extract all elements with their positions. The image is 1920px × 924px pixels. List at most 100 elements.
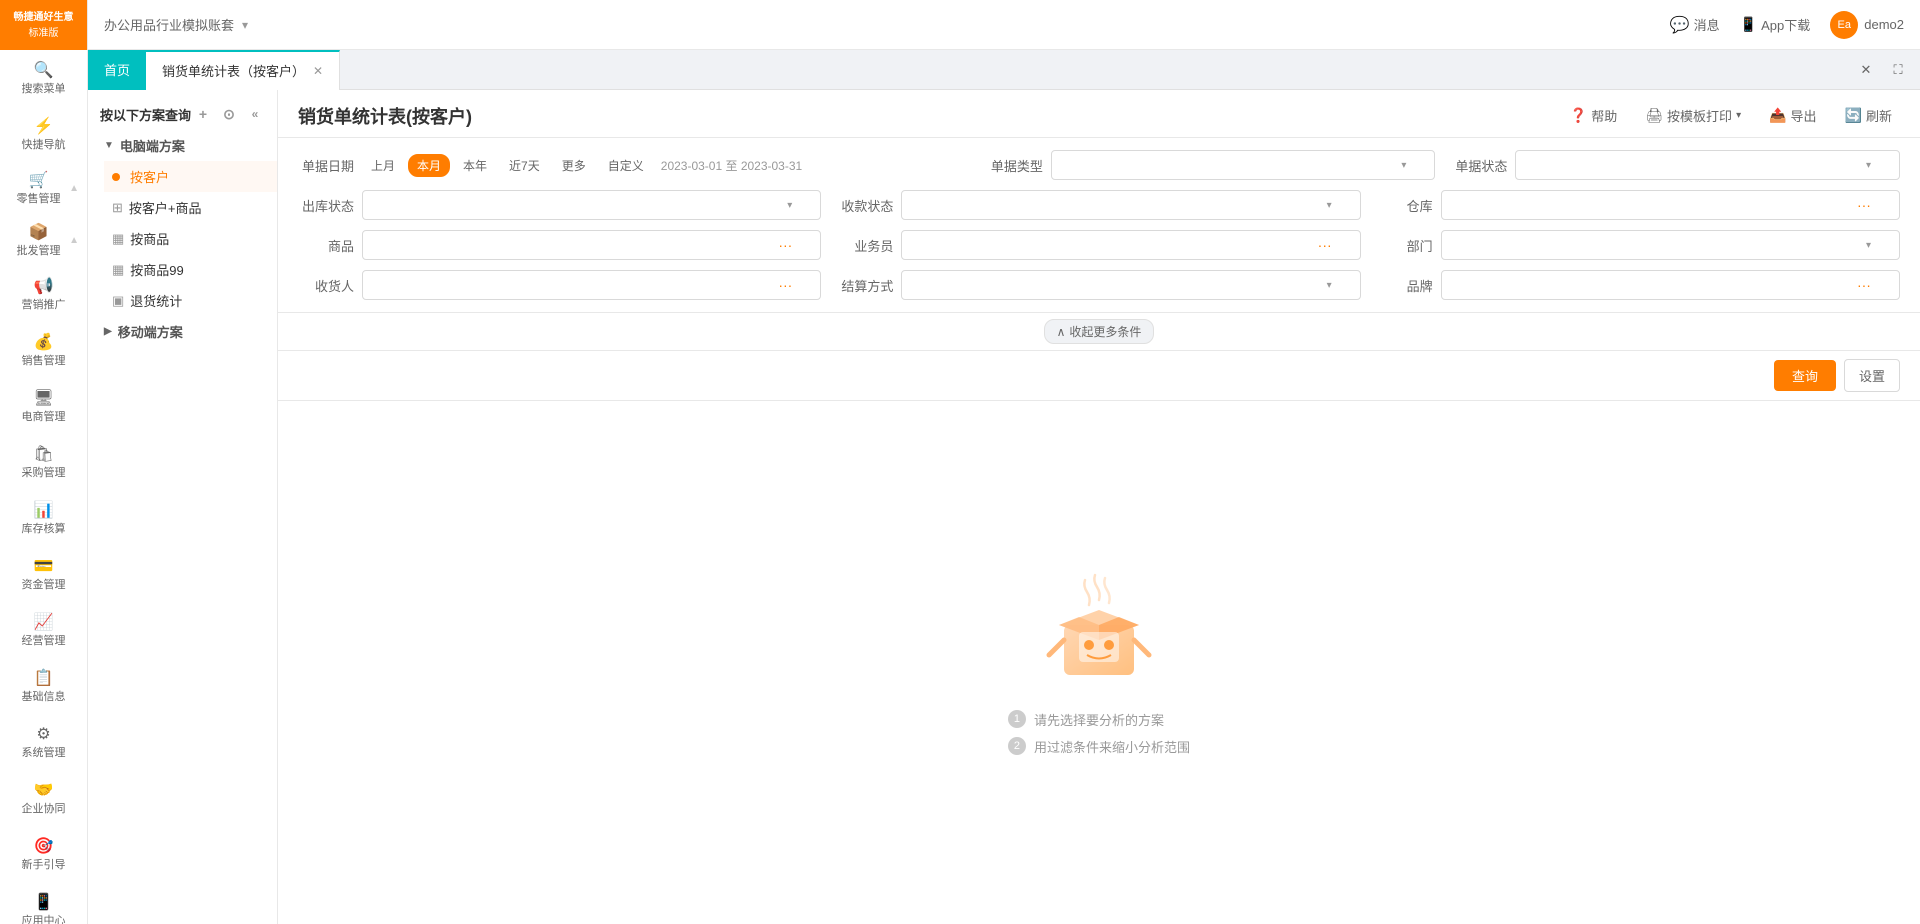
industry-title: 办公用品行业模拟账套 (104, 15, 234, 34)
sidebar-item-purchase[interactable]: 🛍 采购管理 (0, 434, 87, 490)
tree-item-by-goods[interactable]: ▦ 按商品 (104, 223, 277, 254)
industry-dropdown[interactable]: ▾ (242, 18, 248, 32)
help-icon: ❓ (1570, 107, 1587, 124)
sidebar-item-app-center[interactable]: 📱 应用中心 (0, 882, 87, 924)
app-logo[interactable]: 畅捷通好生意 标准版 (0, 0, 87, 50)
inventory-icon: 📊 (34, 500, 54, 520)
tree-item-label: 按商品 (130, 229, 169, 248)
warehouse-select[interactable]: ··· (1441, 190, 1900, 220)
tree-group-pc[interactable]: ▼ 电脑端方案 (88, 130, 277, 161)
bill-status-cell: 单据状态 ▾ (1451, 150, 1900, 180)
sidebar-item-label: 采购管理 (22, 464, 66, 480)
tree-item-return-stats[interactable]: ▣ 退货统计 (104, 285, 277, 316)
date-btn-this-year[interactable]: 本年 (454, 154, 496, 177)
page-header: 销货单统计表(按客户) ❓ 帮助 🖨 按模板打印 📤 导出 (278, 90, 1920, 138)
marketing-icon: 📢 (34, 276, 54, 296)
tabbar: 首页 销货单统计表（按客户） ✕ ✕ ⛶ (88, 50, 1920, 90)
settings-icon: ⊙ (223, 106, 235, 123)
bill-status-select[interactable]: ▾ (1515, 150, 1900, 180)
tab-home[interactable]: 首页 (88, 50, 146, 90)
bill-status-arrow: ▾ (1866, 160, 1871, 171)
quick-nav-icon: ⚡ (34, 116, 54, 136)
salesperson-select[interactable]: ··· (901, 230, 1360, 260)
sidebar-item-newbie[interactable]: 🎯 新手引导 (0, 826, 87, 882)
sidebar-item-search[interactable]: 🔍 搜索菜单 (0, 50, 87, 106)
sidebar-item-enterprise[interactable]: 🤝 企业协同 (0, 770, 87, 826)
avatar: Ea (1830, 11, 1858, 39)
goods-select[interactable]: ··· (362, 230, 821, 260)
user-name: demo2 (1864, 17, 1904, 32)
sidebar-item-retail[interactable]: 🛒 零售管理 ▲ (0, 162, 87, 214)
tab-sales-stats[interactable]: 销货单统计表（按客户） ✕ (146, 50, 340, 90)
settlement-label: 结算方式 (837, 276, 893, 295)
sidebar-item-basic[interactable]: 📋 基础信息 (0, 658, 87, 714)
sidebar-item-label: 库存核算 (22, 520, 66, 536)
app-download-btn[interactable]: 📱 App下载 (1740, 15, 1811, 34)
add-scheme-btn[interactable]: + (193, 104, 213, 124)
tab-close-all-btn[interactable]: ✕ (1852, 56, 1880, 84)
bill-type-select[interactable]: ▾ (1051, 150, 1436, 180)
date-btn-more[interactable]: 更多 (553, 154, 595, 177)
sidebar-item-sales[interactable]: 💰 销售管理 (0, 322, 87, 378)
receiver-cell: 收货人 ··· (298, 270, 821, 300)
date-quick-btns: 上月 本月 本年 近7天 更多 自定义 (362, 154, 653, 177)
date-btn-custom[interactable]: 自定义 (599, 154, 653, 177)
sidebar-item-operations[interactable]: 📈 经营管理 (0, 602, 87, 658)
user-profile[interactable]: Ea demo2 (1830, 11, 1904, 39)
enterprise-icon: 🤝 (34, 780, 54, 800)
message-btn[interactable]: 💬 消息 (1670, 15, 1720, 35)
tab-fullscreen-btn[interactable]: ⛶ (1884, 56, 1912, 84)
help-btn[interactable]: ❓ 帮助 (1562, 102, 1625, 129)
department-select[interactable]: ▾ (1441, 230, 1900, 260)
refresh-btn[interactable]: 🔄 刷新 (1837, 102, 1900, 129)
sidebar-item-label: 经营管理 (22, 632, 66, 648)
app-download-icon: 📱 (1740, 16, 1757, 33)
print-icon: 🖨 (1645, 107, 1663, 124)
tree-group-mobile[interactable]: ▶ 移动端方案 (88, 316, 277, 347)
tab-sales-stats-label: 销货单统计表（按客户） (162, 61, 305, 80)
export-btn[interactable]: 📤 导出 (1761, 102, 1824, 129)
date-btn-last-7days[interactable]: 近7天 (500, 154, 549, 177)
table-icon: ▦ (112, 231, 124, 247)
bill-status-label: 单据状态 (1451, 156, 1507, 175)
sidebar-item-system[interactable]: ⚙ 系统管理 (0, 714, 87, 770)
sidebar-item-label: 销售管理 (22, 352, 66, 368)
sidebar-item-inventory[interactable]: 📊 库存核算 (0, 490, 87, 546)
collapse-panel-btn[interactable]: « (245, 104, 265, 124)
close-all-icon: ✕ (1861, 62, 1872, 78)
brand-dots: ··· (1857, 277, 1871, 293)
tree-item-by-customer[interactable]: 按客户 (104, 161, 277, 192)
filter-row-1: 单据日期 上月 本月 本年 近7天 更多 自定义 2023-03-01 至 20… (298, 150, 1900, 180)
tree-pc-items: 按客户 ⊞ 按客户+商品 ▦ 按商品 ▦ 按商品99 ▣ 退货统计 (88, 161, 277, 316)
sidebar-item-ecommerce[interactable]: 🖥 电商管理 (0, 378, 87, 434)
bill-type-cell: 单据类型 ▾ (987, 150, 1436, 180)
tree-item-by-goods-99[interactable]: ▦ 按商品99 (104, 254, 277, 285)
settlement-select[interactable]: ▾ (901, 270, 1360, 300)
sidebar-item-label: 系统管理 (22, 744, 66, 760)
collapse-icon: « (252, 107, 259, 121)
payment-status-select[interactable]: ▾ (901, 190, 1360, 220)
logo-sub: 标准版 (29, 24, 59, 39)
sidebar-item-wholesale[interactable]: 📦 批发管理 ▲ (0, 214, 87, 266)
out-status-select[interactable]: ▾ (362, 190, 821, 220)
date-btn-last-month[interactable]: 上月 (362, 154, 404, 177)
print-btn[interactable]: 🖨 按模板打印 (1637, 102, 1749, 129)
sidebar-item-quick-nav[interactable]: ⚡ 快捷导航 (0, 106, 87, 162)
query-button[interactable]: 查询 (1774, 360, 1836, 391)
receiver-select[interactable]: ··· (362, 270, 821, 300)
sales-icon: 💰 (34, 332, 54, 352)
tree-item-label: 按客户 (130, 167, 169, 186)
settings-scheme-btn[interactable]: ⊙ (219, 104, 239, 124)
sidebar-item-label: 批发管理 (17, 242, 61, 258)
settings-button[interactable]: 设置 (1844, 359, 1900, 392)
date-btn-this-month[interactable]: 本月 (408, 154, 450, 177)
sidebar-item-marketing[interactable]: 📢 营销推广 (0, 266, 87, 322)
sidebar-item-finance[interactable]: 💳 资金管理 (0, 546, 87, 602)
tab-close-btn[interactable]: ✕ (313, 64, 323, 78)
brand-select[interactable]: ··· (1441, 270, 1900, 300)
collapse-btn[interactable]: ∧ 收起更多条件 (1044, 319, 1155, 344)
sidebar-item-label: 营销推广 (22, 296, 66, 312)
tree-item-by-customer-goods[interactable]: ⊞ 按客户+商品 (104, 192, 277, 223)
settings-label: 设置 (1859, 369, 1885, 384)
collapse-label: 收起更多条件 (1069, 323, 1141, 340)
